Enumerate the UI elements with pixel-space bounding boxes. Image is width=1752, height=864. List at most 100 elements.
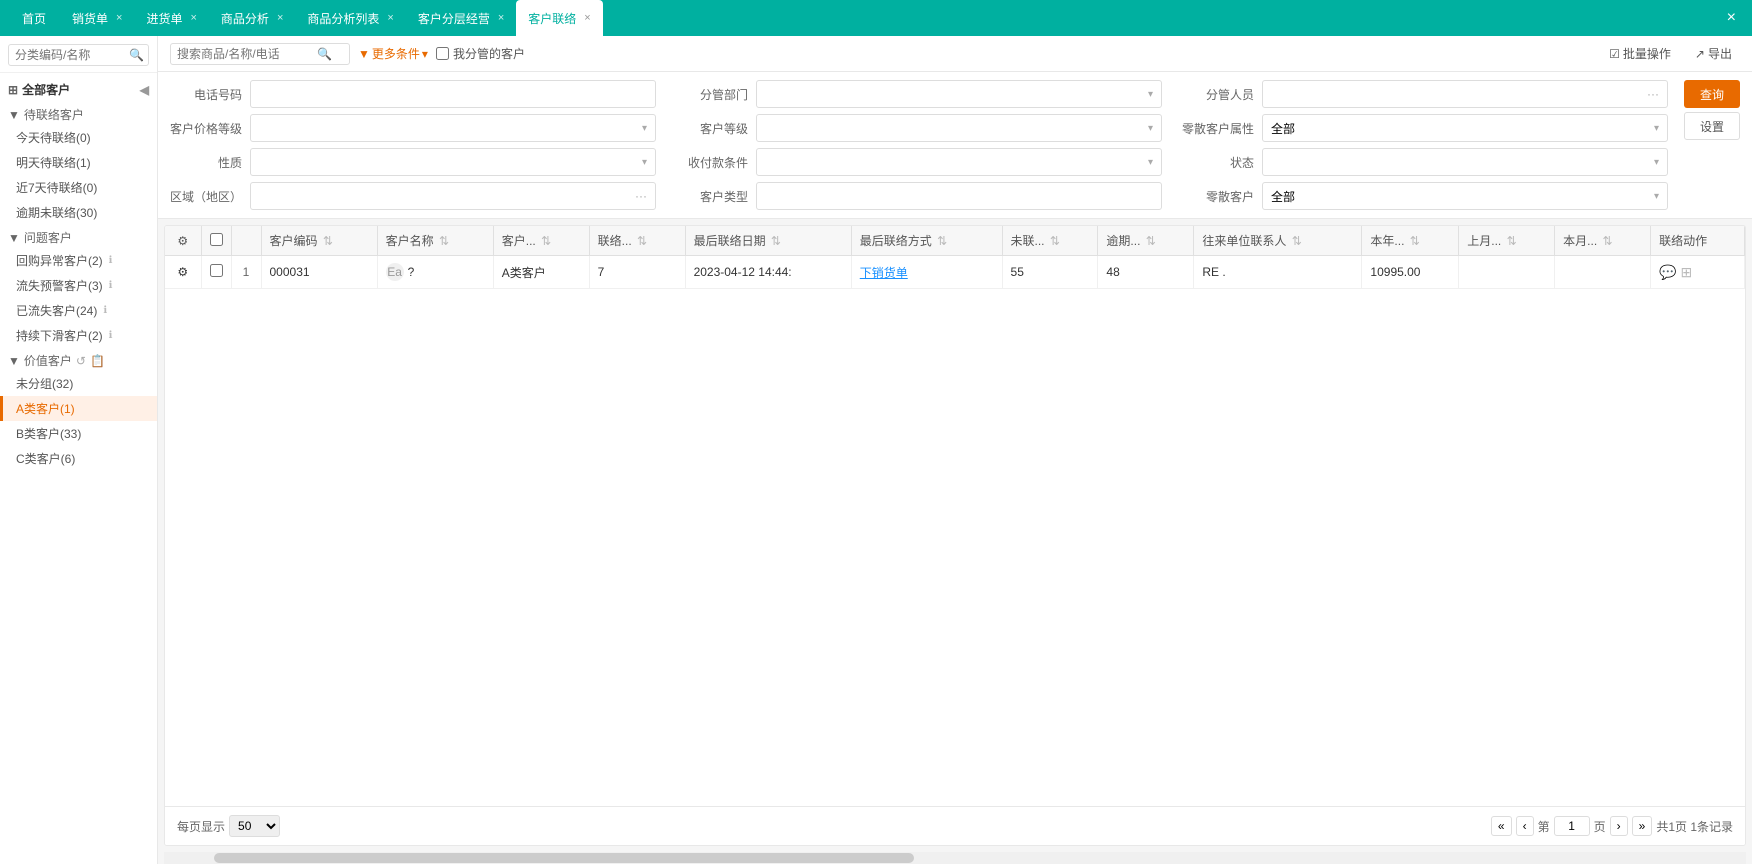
retail-arrow-icon: ▾	[1654, 191, 1659, 202]
table-header: ⚙ 客户编码 ⇅ 客户名称 ⇅	[165, 226, 1745, 256]
table-header-unit-contact[interactable]: 往来单位联系人 ⇅	[1194, 226, 1362, 256]
close-all-button[interactable]: ×	[1719, 9, 1744, 27]
this-year-label: 本年...	[1370, 234, 1404, 248]
row-contact-count: 7	[589, 256, 685, 289]
filter-status-select[interactable]: ▾	[1262, 148, 1668, 176]
filter-customer-type-select[interactable]	[756, 182, 1162, 210]
batch-ops-icon: ☑	[1609, 47, 1620, 61]
filter-phone-input[interactable]	[250, 80, 656, 108]
filter-customer-level-select[interactable]: ▾	[756, 114, 1162, 142]
table-header-gear[interactable]: ⚙	[165, 226, 201, 256]
filter-bar: 🔍 ▼ 更多条件 ▾ 我分管的客户 ☑ 批量操作 ↗ 导出	[158, 36, 1752, 72]
page-size-select[interactable]: 50 100	[229, 815, 280, 837]
filter-dept-select[interactable]: ▾	[756, 80, 1162, 108]
sidebar-item-a-class[interactable]: A类客户(1)	[0, 396, 157, 421]
table-header-this-month[interactable]: 本月... ⇅	[1555, 226, 1651, 256]
nav-tab-customer-segment[interactable]: 客户分层经营 ×	[406, 0, 516, 36]
value-refresh-icon[interactable]: ↺	[76, 354, 86, 368]
my-customers-filter[interactable]: 我分管的客户	[436, 45, 525, 62]
sidebar-search-icon: 🔍	[129, 48, 144, 62]
scrollbar-thumb[interactable]	[214, 853, 914, 863]
sidebar-item-ungrouped[interactable]: 未分组(32)	[0, 371, 157, 396]
table-header-code[interactable]: 客户编码 ⇅	[261, 226, 377, 256]
sidebar-item-7day-contact[interactable]: 近7天待联络(0)	[0, 175, 157, 200]
filter-price-level-select[interactable]: ▾	[250, 114, 656, 142]
table-header-checkbox[interactable]	[201, 226, 231, 256]
table-header-level[interactable]: 客户... ⇅	[493, 226, 589, 256]
prev-page-button[interactable]: ‹	[1516, 816, 1534, 836]
batch-ops-button[interactable]: ☑ 批量操作	[1601, 42, 1679, 65]
filter-region-select[interactable]: ···	[250, 182, 656, 210]
collapse-sidebar-icon[interactable]: ◀	[140, 83, 149, 97]
sidebar-item-tomorrow-contact[interactable]: 明天待联络(1)	[0, 150, 157, 175]
sidebar-item-declining[interactable]: 持续下滑客户(2) ℹ	[0, 323, 157, 348]
select-all-checkbox[interactable]	[210, 233, 223, 246]
problem-group-header[interactable]: ▼ 问题客户	[0, 225, 157, 248]
sidebar-item-b-class[interactable]: B类客户(33)	[0, 421, 157, 446]
table-header-name[interactable]: 客户名称 ⇅	[377, 226, 493, 256]
table-header-last-method[interactable]: 最后联络方式 ⇅	[851, 226, 1002, 256]
filter-manager-select[interactable]: ···	[1262, 80, 1668, 108]
main-search-input[interactable]	[177, 47, 317, 61]
value-settings-icon[interactable]: 📋	[90, 354, 105, 368]
value-group-header[interactable]: ▼ 价值客户 ↺ 📋	[0, 348, 157, 371]
row-select-checkbox[interactable]	[210, 264, 223, 277]
sidebar-item-overdue-contact[interactable]: 逾期未联络(30)	[0, 200, 157, 225]
contact-group-header[interactable]: ▼ 待联络客户	[0, 102, 157, 125]
nav-tab-analysis-list[interactable]: 商品分析列表 ×	[295, 0, 405, 36]
overdue-contact-label: 逾期未联络(30)	[16, 204, 97, 221]
close-analysis-list-icon[interactable]: ×	[387, 12, 393, 24]
close-analysis-icon[interactable]: ×	[277, 12, 283, 24]
close-purchase-icon[interactable]: ×	[190, 12, 196, 24]
table-header-last-month[interactable]: 上月... ⇅	[1459, 226, 1555, 256]
close-segment-icon[interactable]: ×	[498, 12, 504, 24]
next-page-button[interactable]: ›	[1610, 816, 1628, 836]
qr-action-icon[interactable]: ⊞	[1681, 264, 1693, 281]
filter-payment-select[interactable]: ▾	[756, 148, 1162, 176]
filter-retail-select[interactable]: 全部 ▾	[1262, 182, 1668, 210]
my-customers-checkbox[interactable]	[436, 47, 449, 60]
table-header-contact[interactable]: 联络... ⇅	[589, 226, 685, 256]
table-header-overdue[interactable]: 逾期... ⇅	[1098, 226, 1194, 256]
page-number-input[interactable]	[1554, 816, 1590, 836]
row-checkbox[interactable]	[201, 256, 231, 289]
table-header-this-year[interactable]: 本年... ⇅	[1362, 226, 1459, 256]
nav-tab-sales[interactable]: 销货单 ×	[60, 0, 134, 36]
last-page-button[interactable]: »	[1632, 816, 1653, 836]
manager-dots-icon: ···	[1647, 87, 1659, 101]
price-level-arrow-icon: ▾	[642, 123, 647, 134]
export-button[interactable]: ↗ 导出	[1687, 42, 1740, 65]
close-sales-icon[interactable]: ×	[116, 12, 122, 24]
table-header-uncontacted[interactable]: 未联... ⇅	[1002, 226, 1098, 256]
more-filters-button[interactable]: ▼ 更多条件 ▾	[358, 45, 428, 62]
horizontal-scrollbar[interactable]	[164, 852, 1746, 864]
close-contact-icon[interactable]: ×	[584, 12, 590, 24]
filter-retail-attr-select[interactable]: 全部 ▾	[1262, 114, 1668, 142]
nav-tab-analysis[interactable]: 商品分析 ×	[209, 0, 295, 36]
churn-warning-help-icon: ℹ	[109, 280, 113, 291]
table-header-last-date[interactable]: 最后联络日期 ⇅	[685, 226, 851, 256]
last-contact-method[interactable]: 下销货单	[860, 266, 908, 280]
declining-help-icon: ℹ	[109, 330, 113, 341]
first-page-button[interactable]: «	[1491, 816, 1512, 836]
sidebar-item-c-class[interactable]: C类客户(6)	[0, 446, 157, 471]
row-gear[interactable]: ⚙	[165, 256, 201, 289]
sidebar-search-input[interactable]	[8, 44, 149, 66]
main-search-icon[interactable]: 🔍	[317, 47, 332, 61]
sidebar-item-churn-warning[interactable]: 流失预警客户(3) ℹ	[0, 273, 157, 298]
sidebar-item-churned[interactable]: 已流失客户(24) ℹ	[0, 298, 157, 323]
settings-button[interactable]: 设置	[1684, 112, 1740, 140]
filter-nature-select[interactable]: ▾	[250, 148, 656, 176]
nav-tab-purchase[interactable]: 进货单 ×	[134, 0, 208, 36]
customer-level-arrow-icon: ▾	[1148, 123, 1153, 134]
nav-tab-home[interactable]: 首页	[8, 0, 60, 36]
all-customers-header[interactable]: ⊞ 全部客户 ◀	[0, 73, 157, 102]
value-group-label: 价值客户	[24, 352, 72, 369]
sidebar-item-today-contact[interactable]: 今天待联络(0)	[0, 125, 157, 150]
nav-tab-customer-contact[interactable]: 客户联络 ×	[516, 0, 602, 36]
b-class-label: B类客户(33)	[16, 425, 81, 442]
chat-action-icon[interactable]: 💬	[1659, 264, 1676, 281]
query-button[interactable]: 查询	[1684, 80, 1740, 108]
table-scroll-container[interactable]: ⚙ 客户编码 ⇅ 客户名称 ⇅	[165, 226, 1745, 806]
sidebar-item-abnormal[interactable]: 回购异常客户(2) ℹ	[0, 248, 157, 273]
